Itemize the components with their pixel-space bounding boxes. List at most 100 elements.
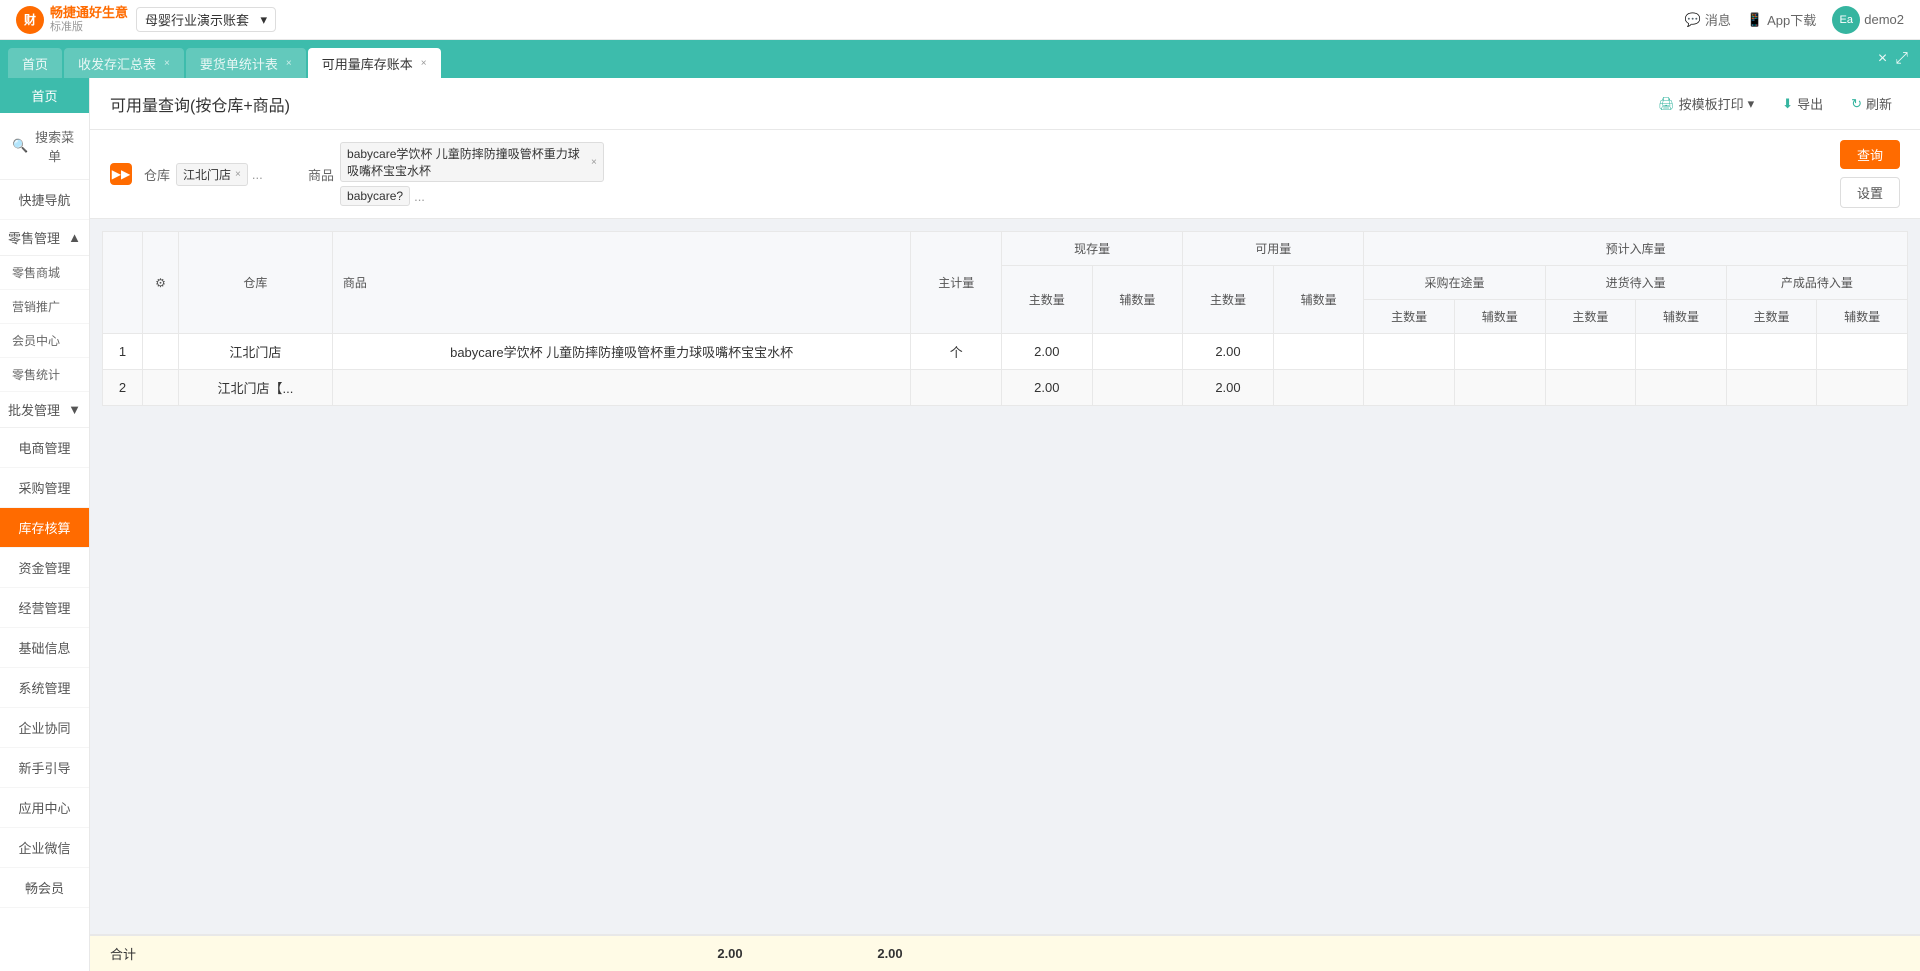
cell-settings-0[interactable]: [143, 334, 179, 370]
sidebar-item-apps[interactable]: 应用中心: [0, 788, 89, 828]
cell-production-aux-1: [1817, 370, 1908, 406]
th-available-aux-qty: 辅数量: [1273, 266, 1364, 334]
message-icon: 💬: [1685, 12, 1701, 28]
top-bar-left: 财 畅捷通好生意 标准版 母婴行业演示账套 ▾: [16, 5, 276, 34]
cell-mainunit-1: [911, 370, 1002, 406]
th-available: 可用量: [1183, 232, 1364, 266]
refresh-icon: ↻: [1851, 96, 1862, 112]
sidebar-item-operations[interactable]: 经营管理: [0, 588, 89, 628]
sidebar-item-quick-nav[interactable]: 快捷导航: [0, 180, 89, 220]
print-icon: 🖨: [1658, 96, 1675, 112]
filter-bar: ▶▶ 仓库 江北门店 × ... 商品 babycare学饮杯 儿童防摔防撞吸管…: [90, 130, 1920, 219]
cell-incoming-aux-0: [1636, 334, 1727, 370]
close-all-tabs-button[interactable]: ×: [1878, 50, 1887, 68]
th-purchase-aux: 辅数量: [1454, 300, 1545, 334]
product-tag-close-0[interactable]: ×: [591, 157, 597, 168]
sidebar-item-marketing[interactable]: 营销推广: [0, 290, 89, 324]
th-rownum: [103, 232, 143, 334]
footer-label: 合计: [110, 944, 690, 963]
cell-warehouse-1: 江北门店【...: [179, 370, 333, 406]
sidebar-item-wechat[interactable]: 企业微信: [0, 828, 89, 868]
tab-close-inventory[interactable]: ×: [421, 58, 427, 69]
th-warehouse: 仓库: [179, 232, 333, 334]
cell-avail-main-0: 2.00: [1183, 334, 1274, 370]
product-more[interactable]: ...: [414, 189, 425, 204]
warehouse-tag-close-0[interactable]: ×: [235, 169, 241, 180]
tab-inventory[interactable]: 可用量库存账本 ×: [308, 48, 441, 78]
message-button[interactable]: 💬 消息: [1685, 10, 1731, 29]
tab-close-order[interactable]: ×: [286, 58, 292, 69]
table-header-row-1: ⚙ 仓库 商品 主计量 现存量 可用量 预计入库量: [103, 232, 1908, 266]
top-bar: 财 畅捷通好生意 标准版 母婴行业演示账套 ▾ 💬 消息 📱 App下载 Ea …: [0, 0, 1920, 40]
sidebar-item-retail-mall[interactable]: 零售商城: [0, 256, 89, 290]
tab-close-receive[interactable]: ×: [164, 58, 170, 69]
sidebar-section-retail[interactable]: 零售管理 ▲: [0, 220, 89, 256]
export-button[interactable]: ⬇ 导出: [1774, 90, 1831, 117]
th-current-main-qty: 主数量: [1002, 266, 1093, 334]
footer-current-main: 2.00: [690, 946, 770, 961]
sidebar-item-newbie[interactable]: 新手引导: [0, 748, 89, 788]
th-incoming-main: 主数量: [1545, 300, 1636, 334]
cell-rownum-1: 2: [103, 370, 143, 406]
tab-bar: 首页 收发存汇总表 × 要货单统计表 × 可用量库存账本 × × ⤢: [0, 40, 1920, 78]
sidebar-item-system[interactable]: 系统管理: [0, 668, 89, 708]
user-menu[interactable]: Ea demo2: [1832, 6, 1904, 34]
product-filter: 商品 babycare学饮杯 儿童防摔防撞吸管杯重力球吸嘴杯宝宝水杯 × bab…: [308, 142, 640, 206]
th-main-unit: 主计量: [911, 232, 1002, 334]
th-current-stock: 现存量: [1002, 232, 1183, 266]
chevron-down-icon-print: ▾: [1748, 96, 1755, 112]
expand-button[interactable]: ⤢: [1895, 50, 1908, 68]
product-tags: babycare学饮杯 儿童防摔防撞吸管杯重力球吸嘴杯宝宝水杯 × babyca…: [340, 142, 640, 206]
cell-mainunit-0: 个: [911, 334, 1002, 370]
th-product: 商品: [332, 232, 911, 334]
product-tag-1[interactable]: babycare?: [340, 186, 410, 206]
cell-incoming-main-0: [1545, 334, 1636, 370]
sidebar-search-area: 🔍 搜索菜单: [0, 113, 89, 180]
logo-text: 畅捷通好生意 标准版: [50, 5, 128, 34]
warehouse-tag-0[interactable]: 江北门店 ×: [176, 163, 248, 186]
sidebar-item-finance[interactable]: 资金管理: [0, 548, 89, 588]
cell-current-aux-0: [1092, 334, 1183, 370]
sidebar-item-inventory[interactable]: 库存核算: [0, 508, 89, 548]
sidebar-section-wholesale[interactable]: 批发管理 ▼: [0, 392, 89, 428]
tab-home[interactable]: 首页: [8, 48, 62, 78]
chevron-icon-retail: ▲: [68, 230, 81, 245]
tab-receive[interactable]: 收发存汇总表 ×: [64, 48, 184, 78]
sidebar-search-button[interactable]: 🔍 搜索菜单: [8, 123, 81, 169]
content-area: 可用量查询(按仓库+商品) 🖨 按模板打印 ▾ ⬇ 导出 ↻ 刷新 ▶▶: [90, 78, 1920, 971]
table-row: 2 江北门店【... 2.00 2.00: [103, 370, 1908, 406]
footer-available-main: 2.00: [850, 946, 930, 961]
chevron-down-icon: ▾: [260, 12, 267, 28]
refresh-button[interactable]: ↻ 刷新: [1843, 90, 1900, 117]
top-bar-right: 💬 消息 📱 App下载 Ea demo2: [1685, 6, 1904, 34]
th-purchase-group: 采购在途量: [1364, 266, 1545, 300]
product-tag-0[interactable]: babycare学饮杯 儿童防摔防撞吸管杯重力球吸嘴杯宝宝水杯 ×: [340, 142, 604, 182]
th-settings[interactable]: ⚙: [143, 232, 179, 334]
cell-avail-aux-1: [1273, 370, 1364, 406]
sidebar-item-basic-info[interactable]: 基础信息: [0, 628, 89, 668]
filter-buttons: 查询 设置: [1840, 140, 1900, 208]
app-download-button[interactable]: 📱 App下载: [1747, 10, 1816, 29]
sidebar-item-purchase[interactable]: 采购管理: [0, 468, 89, 508]
sidebar-item-home[interactable]: 首页: [0, 78, 89, 113]
industry-select[interactable]: 母婴行业演示账套 ▾: [136, 7, 276, 32]
sidebar-item-retail-stats[interactable]: 零售统计: [0, 358, 89, 392]
warehouse-more[interactable]: ...: [252, 167, 263, 182]
setting-button[interactable]: 设置: [1840, 177, 1900, 208]
cell-avail-main-1: 2.00: [1183, 370, 1274, 406]
sidebar-item-enterprise[interactable]: 企业协同: [0, 708, 89, 748]
sidebar-item-members[interactable]: 会员中心: [0, 324, 89, 358]
cell-purchase-main-0: [1364, 334, 1455, 370]
search-icon: 🔍: [12, 138, 28, 154]
expand-filter-button[interactable]: ▶▶: [110, 163, 132, 185]
th-production-aux: 辅数量: [1817, 300, 1908, 334]
sidebar-item-ecommerce[interactable]: 电商管理: [0, 428, 89, 468]
cell-settings-1[interactable]: [143, 370, 179, 406]
tab-order[interactable]: 要货单统计表 ×: [186, 48, 306, 78]
query-button[interactable]: 查询: [1840, 140, 1900, 169]
warehouse-filter: 仓库 江北门店 × ...: [144, 163, 296, 186]
sidebar-item-member[interactable]: 畅会员: [0, 868, 89, 908]
print-button[interactable]: 🖨 按模板打印 ▾: [1650, 90, 1762, 117]
chevron-icon-wholesale: ▼: [68, 402, 81, 417]
tab-bar-actions: × ⤢: [1878, 50, 1908, 68]
